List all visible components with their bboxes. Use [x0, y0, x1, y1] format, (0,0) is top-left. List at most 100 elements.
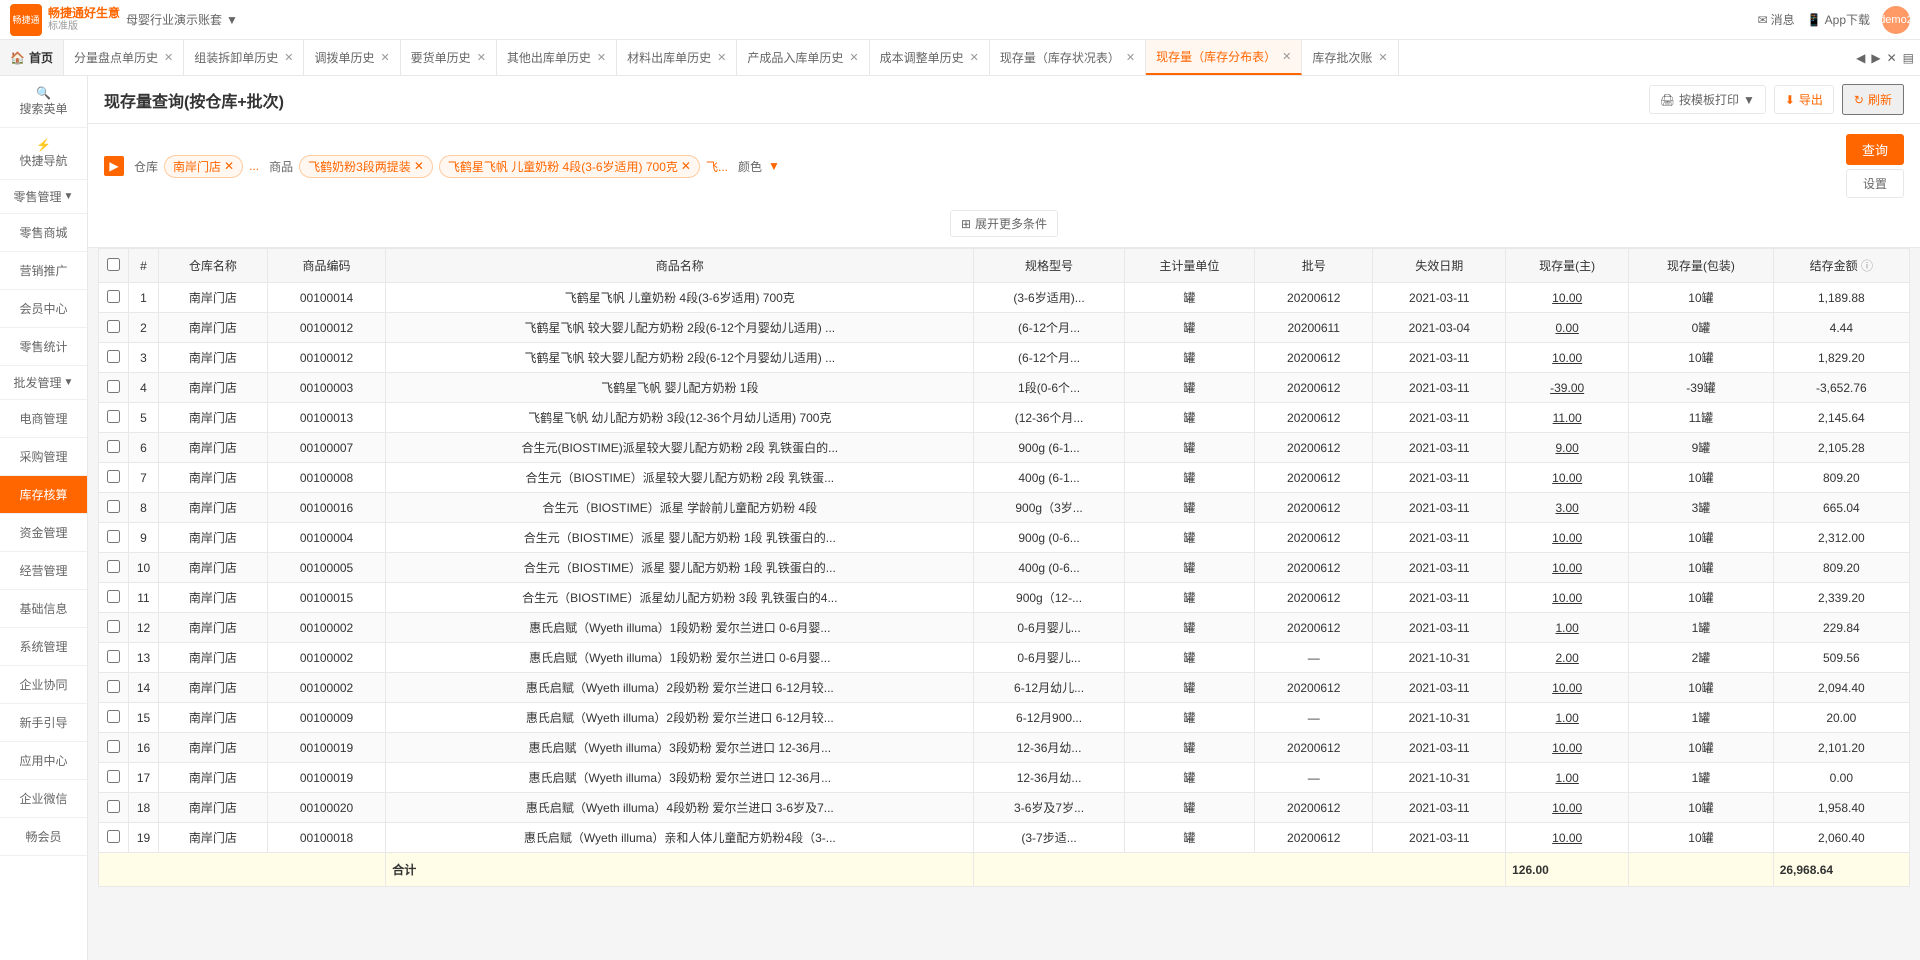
tab-home[interactable]: 🏠 首页	[0, 40, 64, 75]
row-qty-main[interactable]: 9.00	[1506, 433, 1629, 463]
sidebar-item-search[interactable]: 🔍 搜索英单	[0, 76, 87, 128]
row-checkbox[interactable]	[99, 373, 129, 403]
row-qty-main[interactable]: -39.00	[1506, 373, 1629, 403]
expand-more-btn[interactable]: ⊞ 展开更多条件	[950, 210, 1058, 237]
row-checkbox[interactable]	[99, 643, 129, 673]
close-icon[interactable]: ✕	[1282, 50, 1291, 63]
close-icon[interactable]: ✕	[849, 51, 858, 64]
close-icon[interactable]: ✕	[1378, 51, 1387, 64]
row-checkbox[interactable]	[99, 403, 129, 433]
row-qty-main[interactable]: 10.00	[1506, 553, 1629, 583]
tab-yao-huo[interactable]: 要货单历史 ✕	[401, 40, 497, 75]
row-qty-main[interactable]: 10.00	[1506, 733, 1629, 763]
settings-button[interactable]: 设置	[1846, 169, 1904, 198]
row-qty-main[interactable]: 10.00	[1506, 823, 1629, 853]
sidebar-item-enterprise-wechat[interactable]: 企业微信	[0, 780, 87, 818]
sidebar-item-retail-mgmt[interactable]: 零售管理 ▼	[0, 180, 87, 214]
row-qty-main[interactable]: 10.00	[1506, 283, 1629, 313]
sidebar-item-marketing[interactable]: 营销推广	[0, 252, 87, 290]
row-checkbox[interactable]	[99, 703, 129, 733]
sidebar-item-vip-member[interactable]: 畅会员	[0, 818, 87, 856]
row-checkbox[interactable]	[99, 523, 129, 553]
search-button[interactable]: 查询	[1846, 134, 1904, 165]
sidebar-item-app-center[interactable]: 应用中心	[0, 742, 87, 780]
export-button[interactable]: ⬇ 导出	[1774, 85, 1834, 114]
balance-info-icon[interactable]: ⓘ	[1861, 259, 1873, 273]
tab-product-in[interactable]: 产成品入库单历史 ✕	[737, 40, 869, 75]
sidebar-item-ecommerce-mgmt[interactable]: 电商管理	[0, 400, 87, 438]
filter-expand-btn[interactable]: ▶	[104, 156, 124, 176]
goods-tag-2[interactable]: 飞鹤星飞帆 儿童奶粉 4段(3-6岁适用) 700克 ✕	[439, 155, 700, 178]
tab-fen-pan[interactable]: 分量盘点单历史 ✕	[64, 40, 184, 75]
row-qty-main[interactable]: 10.00	[1506, 793, 1629, 823]
row-checkbox[interactable]	[99, 553, 129, 583]
row-checkbox[interactable]	[99, 823, 129, 853]
row-checkbox[interactable]	[99, 343, 129, 373]
sidebar-item-quick-nav[interactable]: ⚡ 快捷导航	[0, 128, 87, 180]
goods-more[interactable]: 飞...	[706, 158, 728, 175]
sidebar-item-retail-mall[interactable]: 零售商城	[0, 214, 87, 252]
row-qty-main[interactable]: 10.00	[1506, 523, 1629, 553]
sidebar-item-business-mgmt[interactable]: 经营管理	[0, 552, 87, 590]
close-icon[interactable]: ✕	[164, 51, 173, 64]
account-dropdown[interactable]: 母婴行业演示账套 ▼	[126, 11, 238, 28]
row-qty-main[interactable]: 3.00	[1506, 493, 1629, 523]
message-btn[interactable]: ✉ 消息	[1758, 11, 1795, 28]
close-icon[interactable]: ✕	[717, 51, 726, 64]
row-checkbox[interactable]	[99, 793, 129, 823]
tab-menu-btn[interactable]: ▤	[1901, 49, 1916, 67]
row-checkbox[interactable]	[99, 673, 129, 703]
app-download-btn[interactable]: 📱 App下载	[1807, 11, 1870, 28]
row-checkbox[interactable]	[99, 613, 129, 643]
row-checkbox[interactable]	[99, 493, 129, 523]
tab-diao-bo[interactable]: 调拨单历史 ✕	[304, 40, 400, 75]
row-qty-main[interactable]: 1.00	[1506, 703, 1629, 733]
close-icon[interactable]: ✕	[284, 51, 293, 64]
row-qty-main[interactable]: 10.00	[1506, 673, 1629, 703]
sidebar-item-system-mgmt[interactable]: 系统管理	[0, 628, 87, 666]
user-avatar[interactable]: demo2	[1882, 6, 1910, 34]
tab-next-btn[interactable]: ▶	[1869, 49, 1882, 67]
sidebar-item-finance-mgmt[interactable]: 资金管理	[0, 514, 87, 552]
row-checkbox[interactable]	[99, 433, 129, 463]
color-dropdown[interactable]: ▼	[768, 159, 780, 173]
refresh-button[interactable]: ↻ 刷新	[1842, 84, 1904, 115]
tab-batch-voucher[interactable]: 库存批次账 ✕	[1302, 40, 1398, 75]
tab-cost-adjust[interactable]: 成本调整单历史 ✕	[870, 40, 990, 75]
row-qty-main[interactable]: 11.00	[1506, 403, 1629, 433]
warehouse-more[interactable]: ...	[249, 159, 259, 173]
row-qty-main[interactable]: 2.00	[1506, 643, 1629, 673]
row-qty-main[interactable]: 1.00	[1506, 763, 1629, 793]
row-checkbox[interactable]	[99, 313, 129, 343]
sidebar-item-enterprise-collab[interactable]: 企业协同	[0, 666, 87, 704]
goods-tag-1[interactable]: 飞鹤奶粉3段两提装 ✕	[299, 155, 433, 178]
row-checkbox[interactable]	[99, 583, 129, 613]
row-qty-main[interactable]: 1.00	[1506, 613, 1629, 643]
row-qty-main[interactable]: 10.00	[1506, 583, 1629, 613]
row-checkbox[interactable]	[99, 463, 129, 493]
sidebar-item-basic-info[interactable]: 基础信息	[0, 590, 87, 628]
print-button[interactable]: 🖨 按模板打印 ▼	[1649, 85, 1766, 114]
tab-material-out[interactable]: 材料出库单历史 ✕	[617, 40, 737, 75]
close-icon[interactable]: ✕	[1126, 51, 1135, 64]
sidebar-item-purchase-mgmt[interactable]: 采购管理	[0, 438, 87, 476]
tab-zu-chai[interactable]: 组装拆卸单历史 ✕	[184, 40, 304, 75]
tab-prev-btn[interactable]: ◀	[1854, 49, 1867, 67]
warehouse-tag[interactable]: 南岸门店 ✕	[164, 155, 243, 178]
row-checkbox[interactable]	[99, 283, 129, 313]
sidebar-item-inventory-check[interactable]: 库存核算	[0, 476, 87, 514]
tab-inventory-dist[interactable]: 现存量（库存分布表） ✕	[1146, 40, 1302, 75]
close-icon[interactable]: ✕	[597, 51, 606, 64]
sidebar-item-wholesale-mgmt[interactable]: 批发管理 ▼	[0, 366, 87, 400]
select-all-checkbox[interactable]	[107, 258, 120, 271]
sidebar-item-member-center[interactable]: 会员中心	[0, 290, 87, 328]
row-checkbox[interactable]	[99, 733, 129, 763]
row-checkbox[interactable]	[99, 763, 129, 793]
tab-inventory-status[interactable]: 现存量（库存状况表） ✕	[990, 40, 1146, 75]
row-qty-main[interactable]: 10.00	[1506, 343, 1629, 373]
close-icon[interactable]: ✕	[477, 51, 486, 64]
close-icon[interactable]: ✕	[970, 51, 979, 64]
row-qty-main[interactable]: 0.00	[1506, 313, 1629, 343]
tab-other-out[interactable]: 其他出库单历史 ✕	[497, 40, 617, 75]
sidebar-item-retail-stats[interactable]: 零售统计	[0, 328, 87, 366]
